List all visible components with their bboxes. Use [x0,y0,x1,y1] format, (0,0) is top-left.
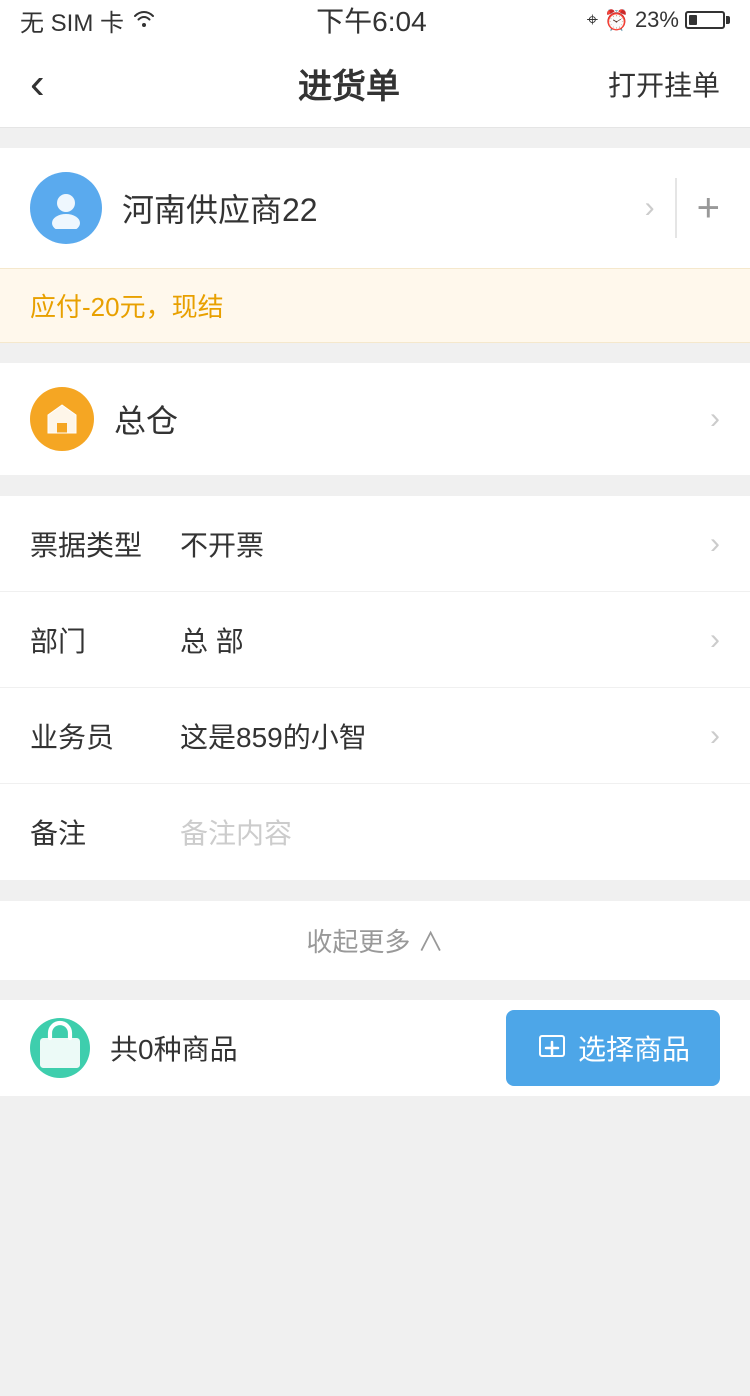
collapse-text: 收起更多 ∧ [306,922,443,959]
invoice-type-label: 票据类型 [30,524,150,564]
form-section: 票据类型 不开票 › 部门 总 部 › 业务员 这是859的小智 › 备注 备注… [0,496,750,880]
select-product-label: 选择商品 [578,1028,690,1068]
supplier-divider [675,178,677,238]
product-section: 共0种商品 选择商品 [0,1000,750,1096]
open-pending-button[interactable]: 打开挂单 [608,64,720,104]
warehouse-icon [30,387,94,451]
department-value: 总 部 [150,620,710,660]
collapse-row[interactable]: 收起更多 ∧ [0,900,750,980]
department-label: 部门 [30,620,150,660]
warehouse-section: 总仓 › [0,363,750,476]
status-right: ⌖ ⏰ 23% [587,7,730,33]
wifi-icon [132,6,156,34]
salesperson-value: 这是859的小智 [150,716,710,756]
warehouse-chevron-icon: › [710,402,720,436]
salesperson-label: 业务员 [30,716,150,756]
status-time: 下午6:04 [316,0,427,40]
supplier-name: 河南供应商22 [122,185,645,231]
add-supplier-button[interactable]: + [697,186,720,231]
select-product-button[interactable]: 选择商品 [506,1010,720,1086]
department-chevron-icon: › [710,623,720,657]
supplier-row[interactable]: 河南供应商22 › + [0,148,750,268]
section-gap-1 [0,128,750,148]
salesperson-row[interactable]: 业务员 这是859的小智 › [0,688,750,784]
section-gap-2 [0,343,750,363]
product-icon [30,1018,90,1078]
warning-banner: 应付-20元，现结 [0,268,750,343]
back-button[interactable]: ‹ [30,59,90,109]
battery-icon [685,11,730,29]
page-background [0,1096,750,1396]
warehouse-row[interactable]: 总仓 › [0,363,750,476]
remark-input[interactable]: 备注内容 [150,812,720,852]
supplier-section: 河南供应商22 › + 应付-20元，现结 [0,148,750,343]
battery-percent: 23% [635,7,679,33]
page-title: 进货单 [298,59,400,108]
invoice-type-value: 不开票 [150,524,710,564]
warehouse-name: 总仓 [114,396,710,442]
department-row[interactable]: 部门 总 部 › [0,592,750,688]
remark-row[interactable]: 备注 备注内容 [0,784,750,880]
invoice-type-chevron-icon: › [710,527,720,561]
status-left: 无 SIM 卡 [20,3,156,38]
salesperson-chevron-icon: › [710,719,720,753]
supplier-avatar [30,172,102,244]
invoice-type-row[interactable]: 票据类型 不开票 › [0,496,750,592]
product-count: 共0种商品 [110,1028,506,1068]
sim-status: 无 SIM 卡 [20,3,124,38]
status-bar: 无 SIM 卡 下午6:04 ⌖ ⏰ 23% [0,0,750,40]
supplier-chevron-icon: › [645,191,655,225]
remark-label: 备注 [30,812,150,852]
nav-bar: ‹ 进货单 打开挂单 [0,40,750,128]
warning-text: 应付-20元，现结 [30,292,224,322]
location-icon: ⌖ [587,9,598,32]
alarm-icon: ⏰ [604,8,629,33]
